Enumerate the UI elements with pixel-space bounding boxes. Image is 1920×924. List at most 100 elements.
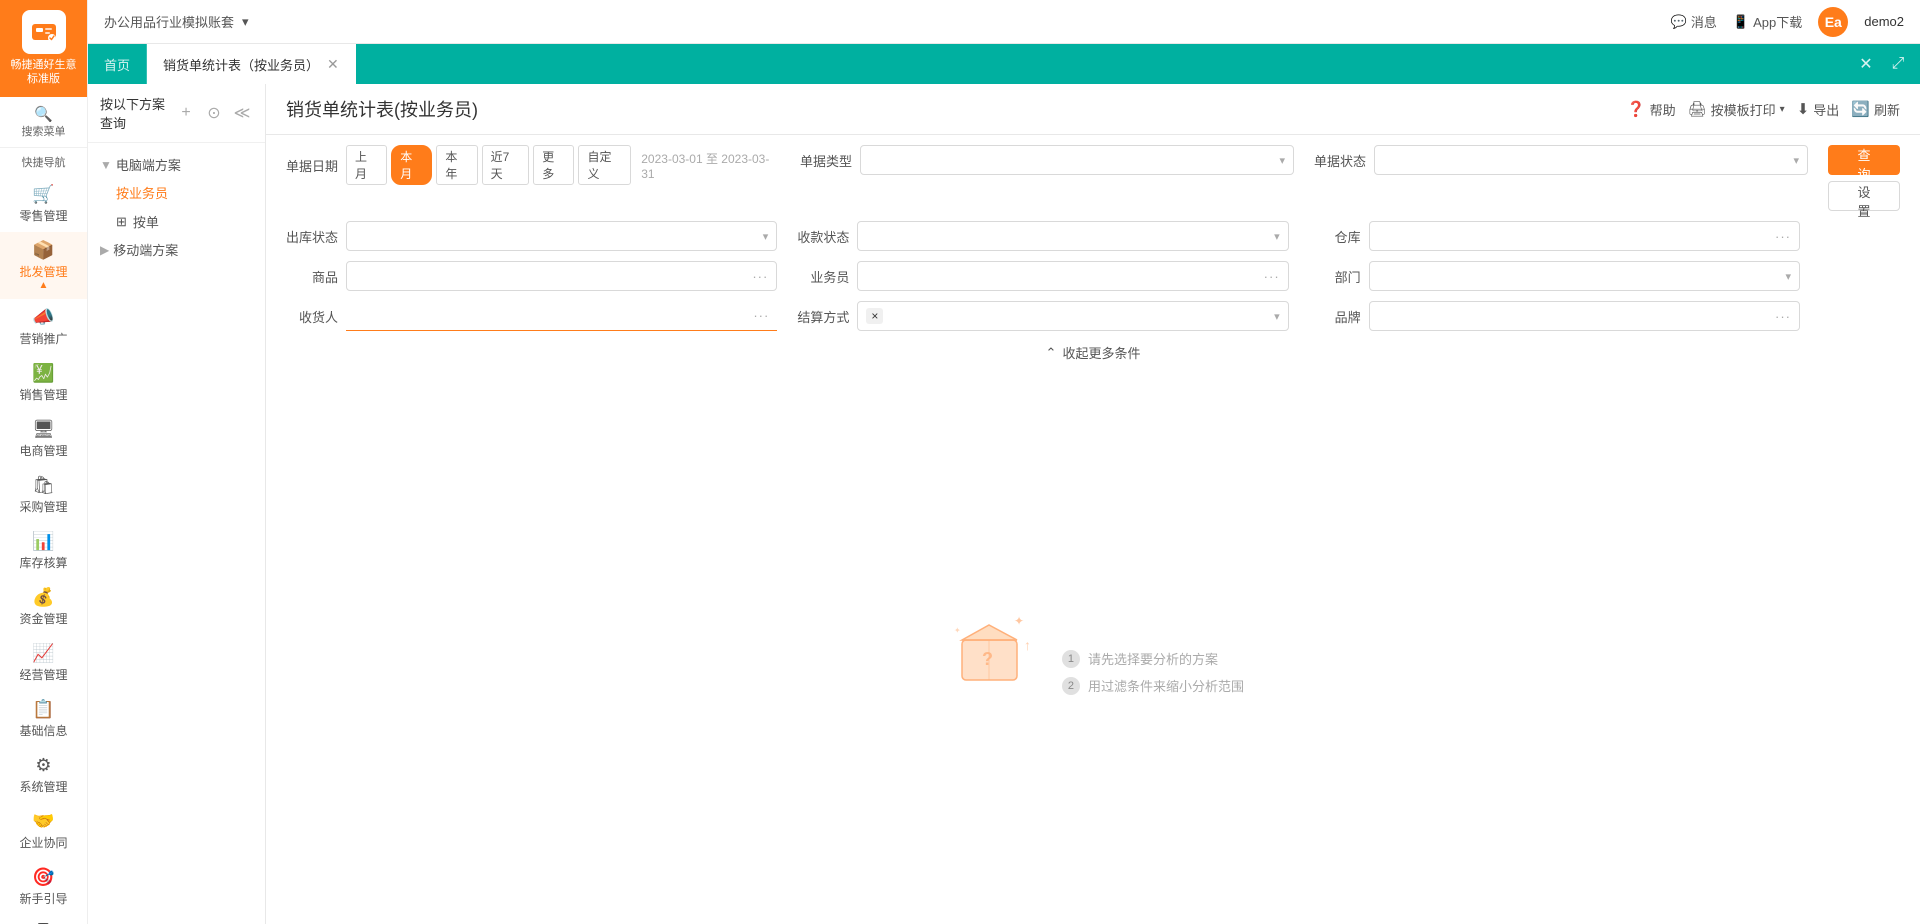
main-body: ✦ ✦ ? ↑ 1 请先选择要分析的方案 xyxy=(266,376,1920,924)
help-btn[interactable]: ❓ 帮助 xyxy=(1627,100,1676,119)
salesperson-label: 业务员 xyxy=(797,267,849,286)
salesperson-control[interactable]: ··· xyxy=(857,261,1288,291)
logo-text: 畅捷通好生意 标准版 xyxy=(11,58,77,87)
query-button[interactable]: 查询 xyxy=(1828,145,1900,175)
consignee-label: 收货人 xyxy=(286,307,338,326)
wholesale-icon: 📦 xyxy=(32,240,54,261)
settings-button[interactable]: 设置 xyxy=(1828,181,1900,211)
empty-illustration: ✦ ✦ ? ↑ xyxy=(942,605,1042,695)
close-all-icon: ✕ xyxy=(1859,54,1872,74)
dropdown-icon: ▾ xyxy=(242,14,249,30)
status-label: 单据状态 xyxy=(1314,151,1366,170)
page-title: 销货单统计表(按业务员) xyxy=(286,96,478,122)
type-control[interactable]: ▾ xyxy=(860,145,1294,175)
goods-control[interactable]: ··· xyxy=(346,261,777,291)
marketing-icon: 📣 xyxy=(32,307,54,328)
type-label: 单据类型 xyxy=(800,151,852,170)
hint2-num: 2 xyxy=(1062,677,1080,695)
right-content: 销货单统计表(按业务员) ❓ 帮助 🖨 按模板打印 ▾ ⬇ xyxy=(266,84,1920,924)
status-control[interactable]: ▾ xyxy=(1374,145,1808,175)
out-status-control[interactable]: ▾ xyxy=(346,221,777,251)
sidebar-item-ecommerce[interactable]: 🖥 电商管理 xyxy=(0,411,87,467)
sidebar-item-purchase[interactable]: 🛍 采购管理 xyxy=(0,467,87,523)
tab-close-icon[interactable]: ✕ xyxy=(327,56,339,73)
settlement-label: 结算方式 xyxy=(797,307,849,326)
last7-btn[interactable]: 近7天 xyxy=(482,145,530,185)
sidebar-item-stock[interactable]: 📊 库存核算 xyxy=(0,523,87,579)
page-header: 销货单统计表(按业务员) ❓ 帮助 🖨 按模板打印 ▾ ⬇ xyxy=(266,84,1920,135)
tabbar: 首页 销货单统计表（按业务员） ✕ ✕ ⤢ xyxy=(88,44,1920,84)
tab-home[interactable]: 首页 xyxy=(88,44,147,84)
app-download-btn[interactable]: 📱 App下载 xyxy=(1733,12,1802,31)
finance-icon: 💰 xyxy=(32,587,54,608)
stock-icon: 📊 xyxy=(32,531,54,552)
warehouse-control[interactable]: ··· xyxy=(1369,221,1800,251)
tab-sales-stat[interactable]: 销货单统计表（按业务员） ✕ xyxy=(147,44,356,84)
tree-desktop[interactable]: ▼ 电脑端方案 xyxy=(88,151,265,178)
empty-hint-2: 2 用过滤条件来缩小分析范围 xyxy=(1062,676,1244,695)
export-btn[interactable]: ⬇ 导出 xyxy=(1797,100,1840,119)
settlement-tag[interactable]: × xyxy=(866,308,883,324)
message-btn[interactable]: 💬 消息 xyxy=(1671,12,1717,31)
print-btn[interactable]: 🖨 按模板打印 ▾ xyxy=(1688,100,1785,119)
sidebar-item-retail[interactable]: 🛒 零售管理 xyxy=(0,176,87,232)
sidebar-item-ops[interactable]: 📈 经营管理 xyxy=(0,635,87,691)
sidebar-item-enterprise[interactable]: 🤝 企业协同 xyxy=(0,803,87,859)
left-panel: 按以下方案查询 + ⊙ ≪ ▼ 电脑端方案 xyxy=(88,84,266,924)
refresh-btn[interactable]: 🔄 刷新 xyxy=(1851,100,1900,119)
search-label: 搜索菜单 xyxy=(22,123,66,139)
out-status-label: 出库状态 xyxy=(286,227,338,246)
brand-control[interactable]: ··· xyxy=(1369,301,1800,331)
out-arrow-icon: ▾ xyxy=(763,230,769,243)
this-month-btn[interactable]: 本月 xyxy=(391,145,432,185)
sidebar-item-newbie[interactable]: 🎯 新手引导 xyxy=(0,859,87,915)
help-icon: ❓ xyxy=(1627,100,1646,118)
refresh-icon: 🔄 xyxy=(1851,100,1870,118)
sidebar-item-finance[interactable]: 💰 资金管理 xyxy=(0,579,87,635)
logo-area[interactable]: 畅捷通好生意 标准版 xyxy=(0,0,87,97)
settlement-control[interactable]: × ▾ xyxy=(857,301,1288,331)
sidebar-item-basic[interactable]: 📋 基础信息 xyxy=(0,691,87,747)
more-btn[interactable]: 更多 xyxy=(533,145,574,185)
tree-item-salesperson[interactable]: 按业务员 xyxy=(116,178,265,207)
tree-mobile[interactable]: ▶ 移动端方案 xyxy=(88,236,265,263)
panel-settings-btn[interactable]: ⊙ xyxy=(203,102,225,124)
panel-tree: ▼ 电脑端方案 按业务员 ⊞ 按单 ▶ 移动端方案 xyxy=(88,143,265,271)
sidebar-item-marketing[interactable]: 📣 营销推广 xyxy=(0,299,87,355)
sidebar-item-apps[interactable]: 📱 应用中心 xyxy=(0,915,87,924)
user-name[interactable]: demo2 xyxy=(1864,14,1904,29)
last-month-btn[interactable]: 上月 xyxy=(346,145,387,185)
dept-arrow-icon: ▾ xyxy=(1785,270,1791,283)
settings-icon: ⊙ xyxy=(207,103,220,123)
pay-status-control[interactable]: ▾ xyxy=(857,221,1288,251)
svg-text:✦: ✦ xyxy=(1014,614,1024,628)
tree-desktop-children: 按业务员 ⊞ 按单 xyxy=(88,178,265,236)
tree-expand-icon: ▼ xyxy=(100,158,112,172)
sidebar-item-wholesale[interactable]: 📦 批发管理 ▲ xyxy=(0,232,87,299)
consignee-control[interactable]: ··· xyxy=(346,301,777,331)
main-area: 办公用品行业模拟账套 ▾ 💬 消息 📱 App下载 Ea demo2 首页 xyxy=(88,0,1920,924)
custom-btn[interactable]: 自定义 xyxy=(578,145,631,185)
date-buttons: 上月 本月 本年 近7天 更多 自定义 xyxy=(346,145,631,185)
goods-label: 商品 xyxy=(286,267,338,286)
sidebar-item-sales[interactable]: 💹 销售管理 xyxy=(0,355,87,411)
app-download-icon: 📱 xyxy=(1733,14,1749,30)
empty-hint-1: 1 请先选择要分析的方案 xyxy=(1062,649,1244,668)
topbar-dropdown[interactable]: ▾ xyxy=(242,14,249,30)
quick-nav[interactable]: 快捷导航 xyxy=(22,148,66,176)
pay-arrow-icon: ▾ xyxy=(1274,230,1280,243)
add-icon: + xyxy=(181,104,190,122)
sidebar-search[interactable]: 🔍 搜索菜单 xyxy=(0,97,87,148)
collapse-btn[interactable]: ⌃ 收起更多条件 xyxy=(286,339,1900,364)
avatar[interactable]: Ea xyxy=(1818,7,1848,37)
filter-area: 单据日期 上月 本月 本年 近7天 更多 自定义 2023-03-01 至 20… xyxy=(266,135,1920,376)
this-year-btn[interactable]: 本年 xyxy=(436,145,477,185)
tab-close-all-btn[interactable]: ✕ xyxy=(1852,50,1880,78)
panel-collapse-btn[interactable]: ≪ xyxy=(231,102,253,124)
dept-control[interactable]: ▾ xyxy=(1369,261,1800,291)
tree-item-order[interactable]: ⊞ 按单 xyxy=(116,207,265,236)
tab-expand-btn[interactable]: ⤢ xyxy=(1884,50,1912,78)
empty-state: ✦ ✦ ? ↑ 1 请先选择要分析的方案 xyxy=(942,605,1244,695)
panel-add-btn[interactable]: + xyxy=(175,102,197,124)
sidebar-item-system[interactable]: ⚙ 系统管理 xyxy=(0,747,87,803)
